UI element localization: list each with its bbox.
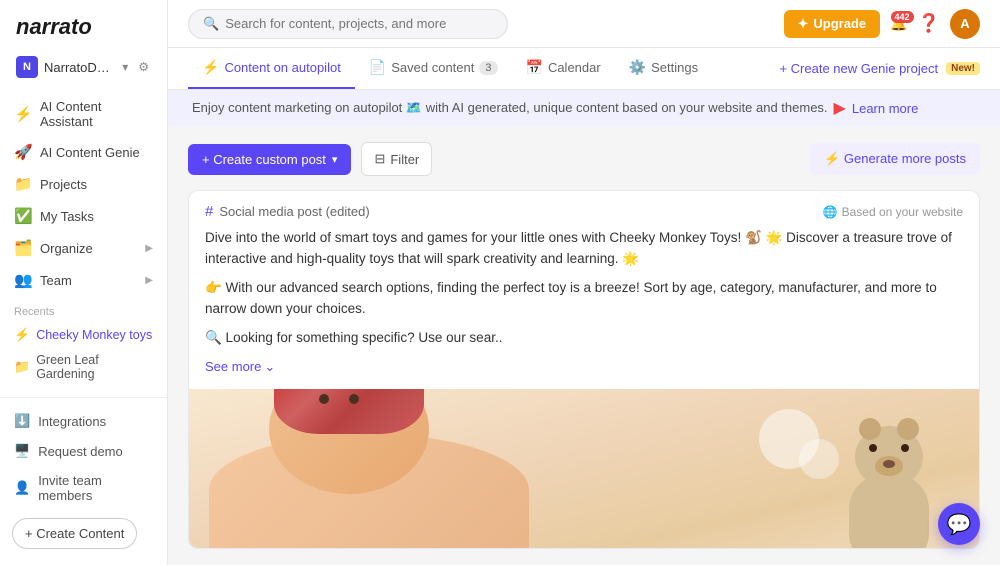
team-icon: 👥 [14,271,32,289]
sidebar-item-my-tasks[interactable]: ✅ My Tasks [0,200,167,232]
post-card-header: # Social media post (edited) 🌐 Based on … [189,191,979,228]
create-genie-project-link[interactable]: + Create new Genie project [779,61,938,76]
post-type-icon: # [205,203,213,220]
create-custom-post-button[interactable]: + Create custom post ▾ [188,144,351,175]
chevron-down-icon: ⌄ [264,357,275,377]
recent-item-cheeky-monkey[interactable]: ⚡ Cheeky Monkey toys [0,322,167,348]
post-body: Dive into the world of smart toys and ga… [189,228,979,389]
post-type: # Social media post (edited) [205,203,370,220]
logo-area: narrato [0,0,167,50]
see-more-link[interactable]: See more ⌄ [205,357,963,377]
organize-icon: 🗂️ [14,239,32,257]
sidebar-item-team[interactable]: 👥 Team ▶ [0,264,167,296]
filter-icon: ⊟ [374,151,385,167]
content-toolbar: + Create custom post ▾ ⊟ Filter ⚡ Genera… [188,142,980,176]
request-demo-icon: 🖥️ [14,443,30,459]
tab-bar: ⚡ Content on autopilot 📄 Saved content 3… [168,48,1000,90]
tab-settings[interactable]: ⚙️ Settings [615,48,712,89]
globe-icon: 🌐 [823,205,838,219]
notification-count: 442 [891,11,914,23]
tabbar-right: + Create new Genie project New! [779,61,980,76]
integrations-icon: ⬇️ [14,413,30,429]
notifications-button[interactable]: 🔔 442 [890,15,907,32]
ai-assistant-icon: ⚡ [14,105,32,123]
sidebar: narrato N NarratoDo... ▾ ⚙ ⚡ AI Content … [0,0,168,565]
learn-more-link[interactable]: Learn more [852,101,918,116]
baby-scene-illustration [189,389,979,549]
recent-item-green-leaf[interactable]: 📁 Green Leaf Gardening [0,348,167,386]
post-image [189,389,979,549]
help-icon[interactable]: ❓ [918,13,940,34]
account-name: NarratoDo... [44,60,114,75]
generate-more-posts-button[interactable]: ⚡ Generate more posts [810,143,980,175]
sidebar-nav: ⚡ AI Content Assistant 🚀 AI Content Geni… [0,84,167,397]
chat-icon: 💬 [947,512,972,537]
post-source: 🌐 Based on your website [823,205,963,219]
recent-green-leaf-icon: 📁 [14,359,30,375]
tasks-icon: ✅ [14,207,32,225]
integrations-item[interactable]: ⬇️ Integrations [0,406,167,436]
calendar-icon: 📅 [526,59,543,76]
tab-content-on-autopilot[interactable]: ⚡ Content on autopilot [188,48,355,89]
upgrade-button[interactable]: ✦ Upgrade [784,10,881,38]
upgrade-star-icon: ✦ [798,16,809,32]
topbar: 🔍 ✦ Upgrade 🔔 442 ❓ A [168,0,1000,48]
main-content: 🔍 ✦ Upgrade 🔔 442 ❓ A ⚡ Content on autop… [168,0,1000,565]
search-icon: 🔍 [203,16,219,32]
recent-cheeky-icon: ⚡ [14,327,30,343]
post-paragraph-1: Dive into the world of smart toys and ga… [205,228,963,270]
post-paragraph-2: 👉 With our advanced search options, find… [205,278,963,320]
post-card: # Social media post (edited) 🌐 Based on … [188,190,980,549]
ai-genie-icon: 🚀 [14,143,32,161]
settings-icon: ⚙️ [629,59,646,76]
sidebar-item-projects[interactable]: 📁 Projects [0,168,167,200]
team-expand-icon: ▶ [145,275,153,286]
account-settings-icon[interactable]: ⚙ [136,58,151,76]
projects-icon: 📁 [14,175,32,193]
create-content-button[interactable]: + Create Content [12,518,137,549]
sidebar-item-ai-content-assistant[interactable]: ⚡ AI Content Assistant [0,92,167,136]
account-switcher[interactable]: N NarratoDo... ▾ ⚙ [6,50,161,84]
user-avatar[interactable]: A [950,9,980,39]
post-type-label: Social media post (edited) [219,204,369,219]
search-input[interactable] [225,16,493,31]
saved-content-icon: 📄 [369,59,386,76]
sidebar-item-organize[interactable]: 🗂️ Organize ▶ [0,232,167,264]
request-demo-item[interactable]: 🖥️ Request demo [0,436,167,466]
account-expand-icon[interactable]: ▾ [120,58,130,76]
sidebar-bottom: ⬇️ Integrations 🖥️ Request demo 👤 Invite… [0,397,167,565]
topbar-right: ✦ Upgrade 🔔 442 ❓ A [784,9,981,39]
filter-button[interactable]: ⊟ Filter [361,142,432,176]
youtube-icon: ▶ [834,98,846,118]
sidebar-item-ai-content-genie[interactable]: 🚀 AI Content Genie [0,136,167,168]
post-paragraph-3: 🔍 Looking for something specific? Use ou… [205,328,963,349]
info-banner: Enjoy content marketing on autopilot 🗺️ … [168,90,1000,126]
recents-label: Recents [0,296,167,322]
app-logo: narrato [16,14,92,39]
tab-calendar[interactable]: 📅 Calendar [512,48,615,89]
saved-content-badge: 3 [479,61,497,75]
teddy-bear [849,434,929,549]
account-avatar: N [16,56,38,78]
invite-team-item[interactable]: 👤 Invite team members [0,466,167,510]
content-area: + Create custom post ▾ ⊟ Filter ⚡ Genera… [168,126,1000,565]
search-box[interactable]: 🔍 [188,9,508,39]
new-badge: New! [946,62,980,75]
create-post-dropdown-icon: ▾ [332,153,338,166]
invite-team-icon: 👤 [14,480,30,496]
chat-support-bubble[interactable]: 💬 [938,503,980,545]
autopilot-icon: ⚡ [202,59,219,76]
organize-expand-icon: ▶ [145,243,153,254]
tab-saved-content[interactable]: 📄 Saved content 3 [355,48,512,89]
banner-text: Enjoy content marketing on autopilot 🗺️ … [192,100,828,116]
